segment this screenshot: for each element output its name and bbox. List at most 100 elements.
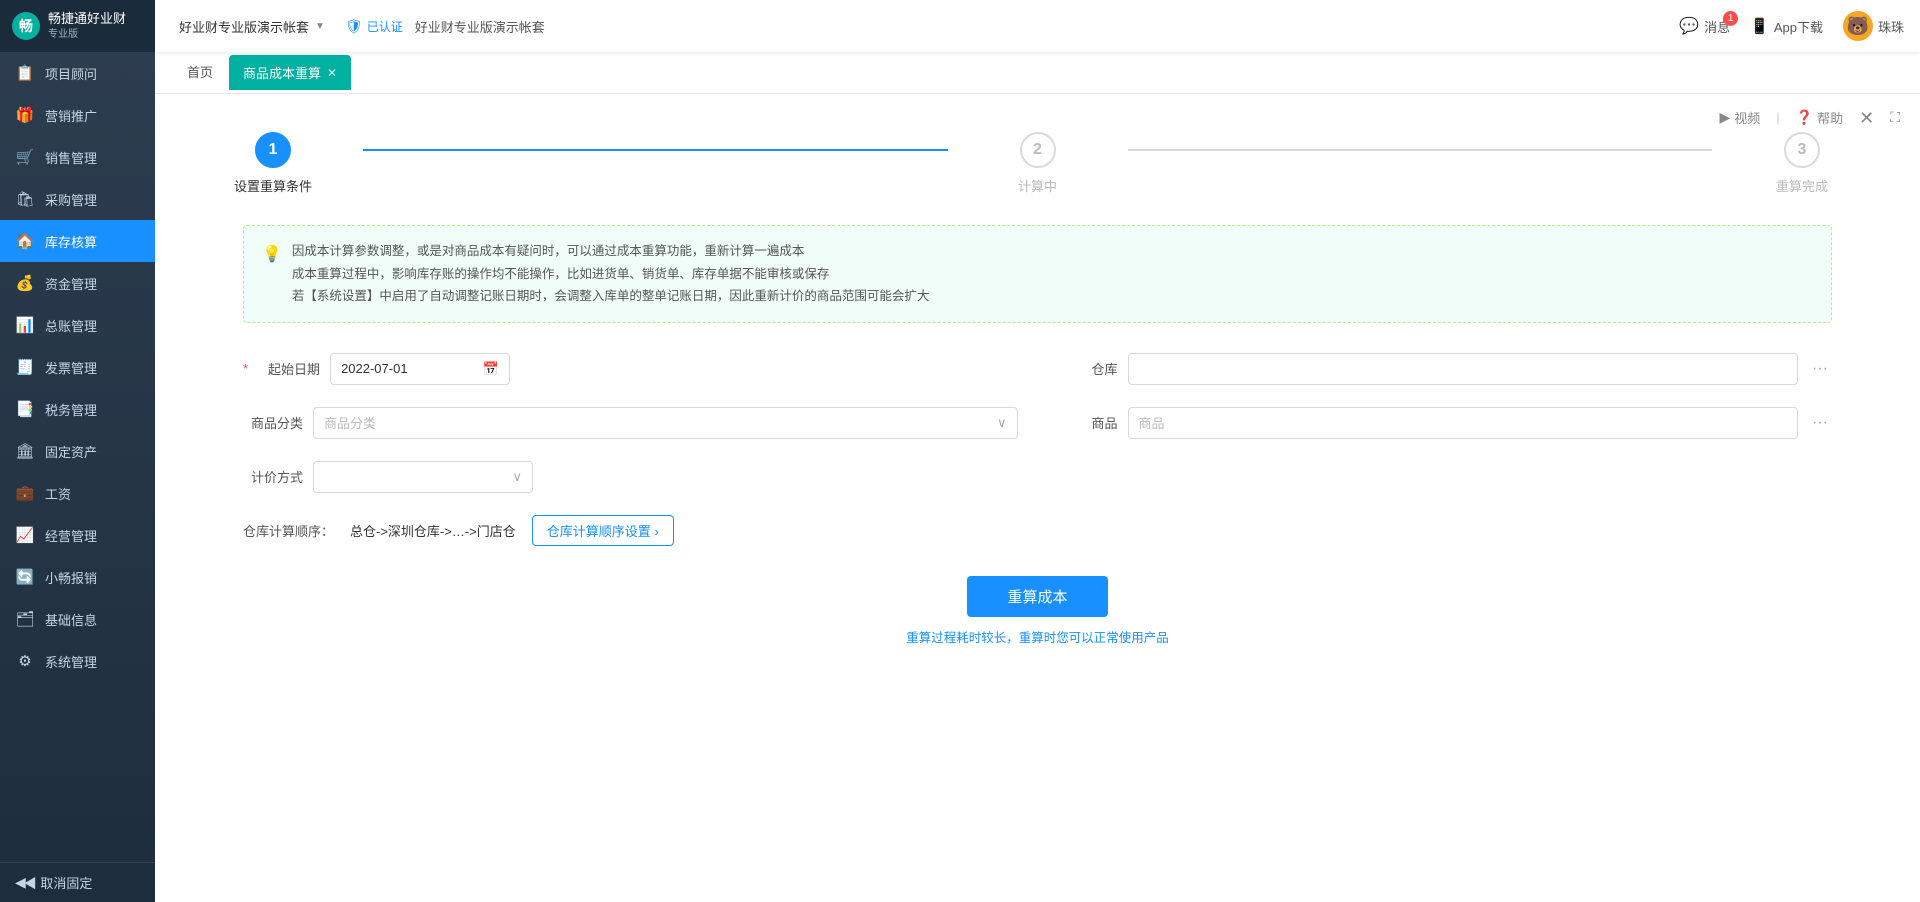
warehouse-field: 仓库 ··· <box>1058 353 1833 385</box>
warehouse-input[interactable] <box>1128 353 1799 385</box>
question-icon: ❓ <box>1796 109 1813 126</box>
calendar-icon[interactable]: 📅 <box>483 361 499 377</box>
sidebar-item-salary[interactable]: 💼 工资 <box>0 472 155 514</box>
pricing-select[interactable]: ∨ <box>313 461 533 493</box>
product-input[interactable]: 商品 <box>1128 407 1799 439</box>
salary-icon: 💼 <box>15 483 35 503</box>
steps-container: 1 设置重算条件 2 计算中 3 重算完成 <box>183 132 1892 195</box>
sidebar-item-sales[interactable]: 🛒 销售管理 <box>0 136 155 178</box>
chevron-down-icon: ▼ <box>315 21 325 32</box>
category-select[interactable]: 商品分类 ∨ <box>313 407 1018 439</box>
tax-icon: 📑 <box>15 399 35 419</box>
sidebar-item-purchase[interactable]: 🛍 采购管理 <box>0 178 155 220</box>
tab-home[interactable]: 首页 <box>171 52 229 93</box>
video-button[interactable]: ▶ 视频 <box>1719 108 1760 127</box>
operations-icon: 📈 <box>15 525 35 545</box>
phone-icon: 📱 <box>1750 17 1769 35</box>
start-date-input[interactable]: 2022-07-01 📅 <box>330 353 510 385</box>
step-2: 2 计算中 <box>948 132 1128 195</box>
step-2-label: 计算中 <box>1018 176 1057 195</box>
pricing-label: 计价方式 <box>243 467 303 486</box>
account-selector[interactable]: 好业财专业版演示帐套 ▼ <box>171 13 333 40</box>
sidebar-item-project[interactable]: 📋 项目顾问 <box>0 52 155 94</box>
avatar: 🐻 <box>1843 11 1873 41</box>
system-icon: ⚙ <box>15 651 35 671</box>
calc-order-value: 总仓->深圳仓库->…->门店仓 <box>350 521 516 540</box>
step-3-label: 重算完成 <box>1776 176 1828 195</box>
logo-icon: 畅 <box>12 12 40 40</box>
sidebar-item-system[interactable]: ⚙ 系统管理 <box>0 640 155 682</box>
finance-icon: 💰 <box>15 273 35 293</box>
step-line-2 <box>1128 149 1713 151</box>
lightbulb-icon: 💡 <box>262 241 282 308</box>
tab-close-icon[interactable]: ✕ <box>327 66 337 80</box>
message-icon: 💬 <box>1679 16 1699 36</box>
help-button[interactable]: ❓ 帮助 <box>1796 108 1843 127</box>
account-name: 好业财专业版演示帐套 <box>179 17 309 36</box>
product-label: 商品 <box>1058 413 1118 432</box>
start-date-label: 起始日期 <box>260 359 320 378</box>
logo-text: 畅捷通好业财 专业版 <box>48 11 126 41</box>
pricing-field: 计价方式 ∨ <box>243 461 1018 493</box>
assets-icon: 🏛 <box>15 441 35 461</box>
product-more-icon[interactable]: ··· <box>1808 407 1832 439</box>
warehouse-more-icon[interactable]: ··· <box>1808 353 1832 385</box>
info-box: 💡 因成本计算参数调整，或是对商品成本有疑问时，可以通过成本重算功能，重新计算一… <box>243 225 1832 323</box>
sidebar-item-operations[interactable]: 📈 经营管理 <box>0 514 155 556</box>
sidebar-item-inventory[interactable]: 🏠 库存核算 <box>0 220 155 262</box>
product-field: 商品 商品 ··· <box>1058 407 1833 439</box>
top-header: 好业财专业版演示帐套 ▼ 🛡 已认证 好业财专业版演示帐套 💬 1 消息 📱 A… <box>155 0 1920 52</box>
recalculate-button[interactable]: 重算成本 <box>967 576 1107 617</box>
step-1-circle: 1 <box>255 132 291 168</box>
calc-order-settings-button[interactable]: 仓库计算顺序设置 › <box>532 515 674 546</box>
app-download-button[interactable]: 📱 App下载 <box>1750 17 1823 36</box>
play-icon: ▶ <box>1719 109 1730 126</box>
notification-badge: 1 <box>1723 11 1738 26</box>
invoice-icon: 🧾 <box>15 357 35 377</box>
sidebar-item-assets[interactable]: 🏛 固定资产 <box>0 430 155 472</box>
step-1-label: 设置重算条件 <box>234 176 312 195</box>
sidebar-nav: 📋 项目顾问 🎁 营销推广 🛒 销售管理 🛍 采购管理 🏠 库存核算 💰 资金管… <box>0 52 155 862</box>
form-row-1: * 起始日期 2022-07-01 📅 仓库 ··· <box>243 353 1832 385</box>
panel-close-button[interactable]: ✕ <box>1859 109 1874 127</box>
sidebar-item-basic[interactable]: 🗂 基础信息 <box>0 598 155 640</box>
sidebar-item-expense[interactable]: 🔄 小畅报销 <box>0 556 155 598</box>
sidebar-logo: 畅 畅捷通好业财 专业版 <box>0 0 155 52</box>
calc-order-row: 仓库计算顺序： 总仓->深圳仓库->…->门店仓 仓库计算顺序设置 › <box>183 515 1892 546</box>
company-name: 好业财专业版演示帐套 <box>415 17 545 36</box>
recalculate-hint: 重算过程耗时较长，重算时您可以正常使用产品 <box>183 627 1892 646</box>
sidebar-item-accounting[interactable]: 📊 总账管理 <box>0 304 155 346</box>
required-indicator: * <box>243 361 248 376</box>
step-3: 3 重算完成 <box>1712 132 1892 195</box>
sidebar-item-finance[interactable]: 💰 资金管理 <box>0 262 155 304</box>
shield-icon: 🛡 <box>345 18 363 35</box>
form-section: * 起始日期 2022-07-01 📅 仓库 ··· <box>183 353 1892 493</box>
warehouse-label: 仓库 <box>1058 359 1118 378</box>
sales-icon: 🛒 <box>15 147 35 167</box>
form-row-2: 商品分类 商品分类 ∨ 商品 商品 ··· <box>243 407 1832 439</box>
sidebar-item-invoice[interactable]: 🧾 发票管理 <box>0 346 155 388</box>
content-wrapper: ▶ 视频 | ❓ 帮助 ✕ ⛶ 1 设置重算条件 <box>155 94 1920 902</box>
sidebar-item-marketing[interactable]: 🎁 营销推广 <box>0 94 155 136</box>
sidebar: 畅 畅捷通好业财 专业版 📋 项目顾问 🎁 营销推广 🛒 销售管理 🛍 采购管理… <box>0 0 155 902</box>
step-2-circle: 2 <box>1020 132 1056 168</box>
user-avatar-area[interactable]: 🐻 珠珠 <box>1843 11 1904 41</box>
tab-recalculate[interactable]: 商品成本重算 ✕ <box>229 55 351 90</box>
sidebar-item-tax[interactable]: 📑 税务管理 <box>0 388 155 430</box>
category-label: 商品分类 <box>243 413 303 432</box>
accounting-icon: 📊 <box>15 315 35 335</box>
tab-bar: 首页 商品成本重算 ✕ <box>155 52 1920 94</box>
marketing-icon: 🎁 <box>15 105 35 125</box>
form-row-3: 计价方式 ∨ <box>243 461 1832 493</box>
calc-order-label: 仓库计算顺序： <box>243 521 334 540</box>
inventory-icon: 🏠 <box>15 231 35 251</box>
pricing-dropdown-icon: ∨ <box>512 469 522 485</box>
project-icon: 📋 <box>15 63 35 83</box>
expense-icon: 🔄 <box>15 567 35 587</box>
sidebar-collapse-btn[interactable]: ◀ ◀ 取消固定 <box>0 862 155 902</box>
header-actions: 💬 1 消息 📱 App下载 🐻 珠珠 <box>1679 11 1904 41</box>
panel-expand-button[interactable]: ⛶ <box>1890 109 1900 126</box>
verified-badge: 🛡 已认证 <box>345 18 403 35</box>
message-button[interactable]: 💬 1 消息 <box>1679 16 1730 36</box>
purchase-icon: 🛍 <box>15 189 35 209</box>
